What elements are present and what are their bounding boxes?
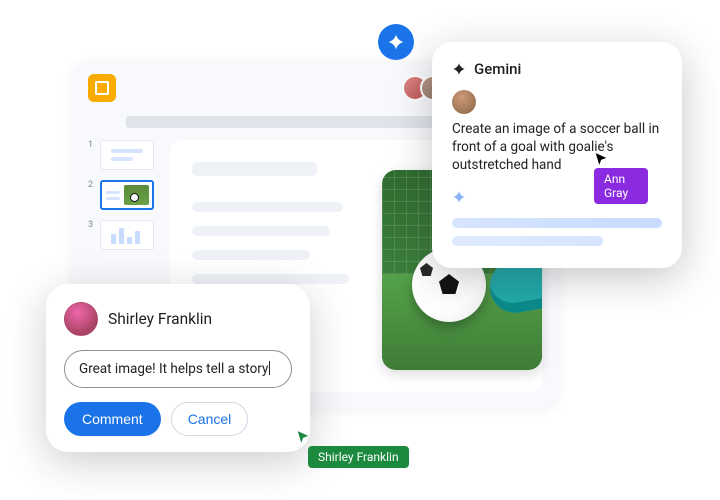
comment-submit-button[interactable]: Comment (64, 402, 161, 436)
collaborator-cursor-ann: Ann Gray (594, 150, 608, 172)
thumbnail-number: 1 (88, 140, 96, 150)
thumbnail-row[interactable]: 2 (88, 180, 154, 210)
gemini-header: Gemini (452, 60, 662, 78)
thumbnail-active[interactable] (100, 180, 154, 210)
comment-input-text: Great image! It helps tell a story (79, 361, 268, 377)
placeholder-line (192, 250, 310, 260)
placeholder-title (192, 162, 317, 176)
thumbnail-row[interactable]: 1 (88, 140, 154, 170)
thumbnail-row[interactable]: 3 (88, 220, 154, 250)
placeholder-line (192, 202, 343, 212)
gemini-badge-icon (378, 24, 414, 60)
placeholder-line (192, 274, 349, 284)
comment-cancel-button[interactable]: Cancel (171, 402, 249, 436)
slides-app-icon[interactable] (88, 74, 116, 102)
comment-dialog: Shirley Franklin Great image! It helps t… (46, 284, 310, 452)
collaborator-tag-shirley: Shirley Franklin (308, 446, 409, 468)
sparkle-icon (452, 62, 466, 76)
thumbnail[interactable] (100, 220, 154, 250)
thumbnail-number: 3 (88, 220, 96, 230)
gemini-title: Gemini (474, 60, 521, 78)
gemini-prompt-text: Create an image of a soccer ball in fron… (452, 120, 662, 175)
thumbnail[interactable] (100, 140, 154, 170)
text-caret (269, 361, 270, 375)
comment-input[interactable]: Great image! It helps tell a story (64, 350, 292, 388)
gemini-loading-bars (452, 218, 662, 246)
thumbnail-number: 2 (88, 180, 96, 190)
collaborator-tag-ann: Ann Gray (594, 168, 648, 204)
gemini-panel: Gemini Create an image of a soccer ball … (432, 42, 682, 268)
gemini-user-avatar (452, 90, 476, 114)
comment-author-name: Shirley Franklin (108, 310, 212, 328)
placeholder-line (192, 226, 330, 236)
comment-author-avatar (64, 302, 98, 336)
collaborator-cursor-shirley: Shirley Franklin (296, 428, 409, 468)
